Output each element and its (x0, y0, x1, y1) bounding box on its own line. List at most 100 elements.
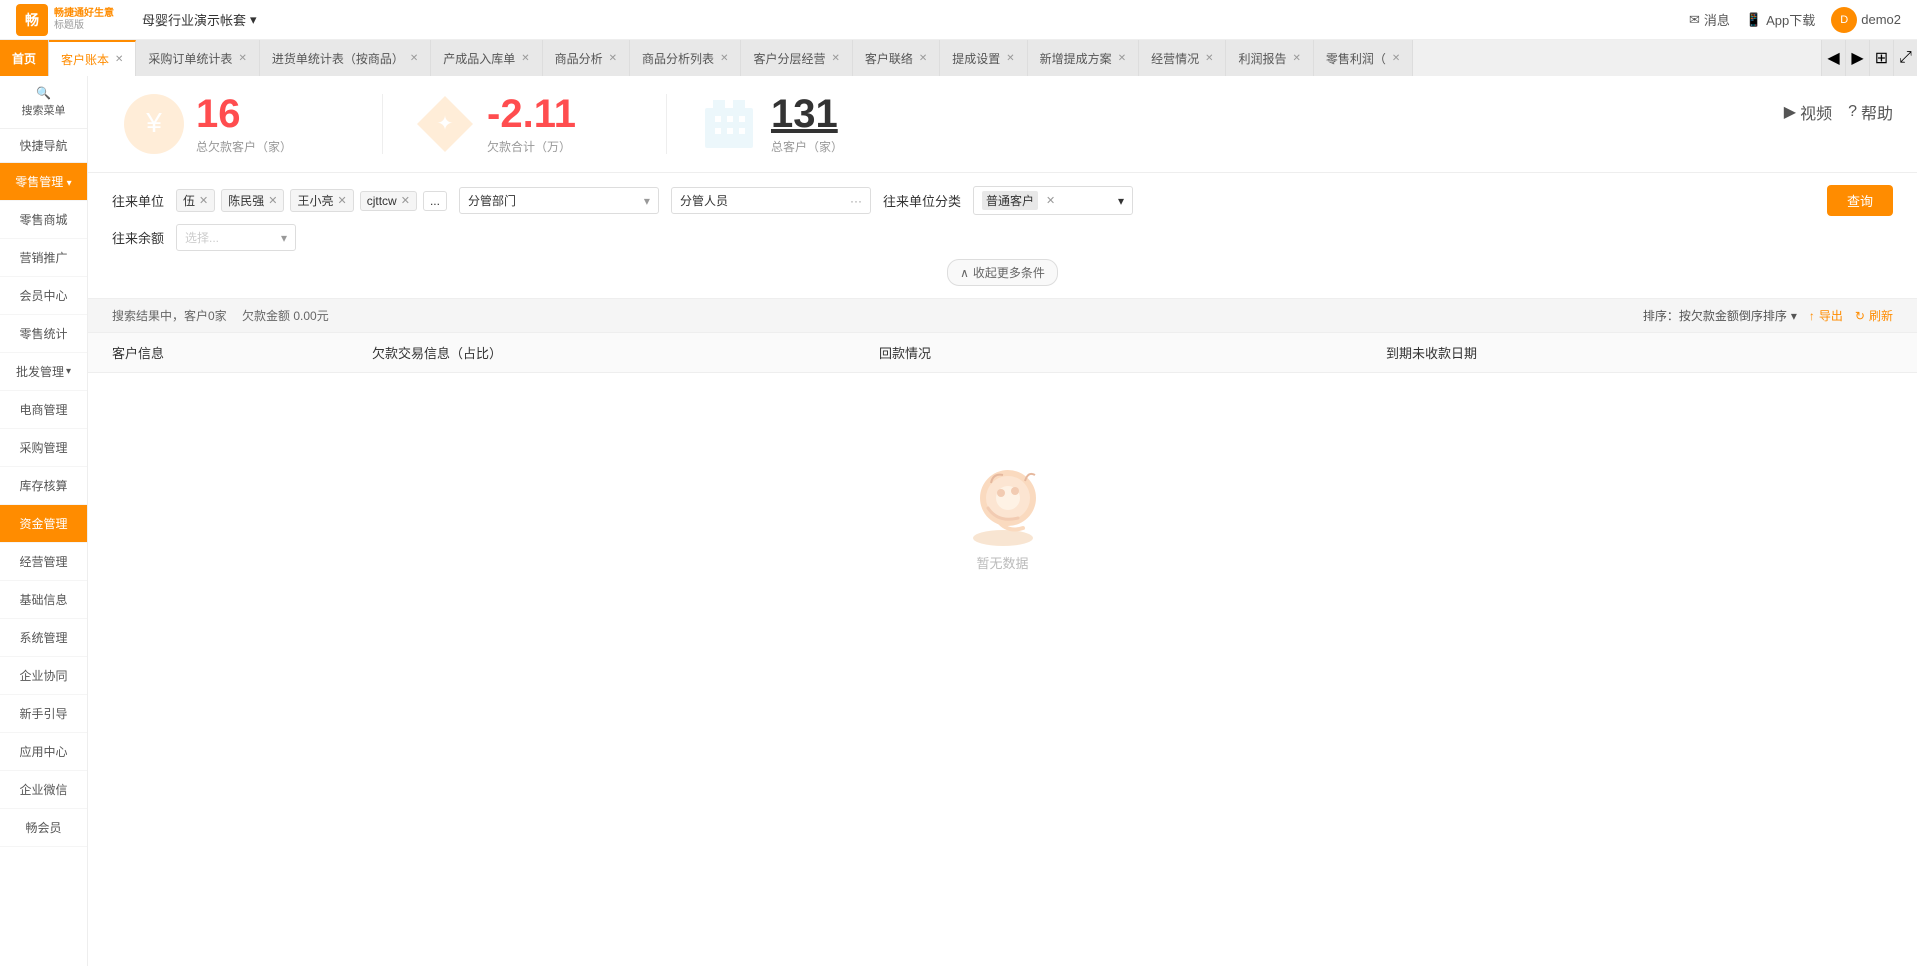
tab-close-icon[interactable]: ✕ (609, 53, 617, 64)
sort-button[interactable]: 排序：按欠款金额倒序排序 ▾ (1643, 307, 1797, 324)
tab-operation-status[interactable]: 经营情况 ✕ (1139, 40, 1226, 76)
sidebar-item-marketing[interactable]: 营销推广 (0, 239, 87, 277)
logo-icon: 畅 (16, 4, 48, 36)
sidebar-item-enterprise-wechat[interactable]: 企业微信 (0, 771, 87, 809)
sidebar-ecommerce-management-label: 电商管理 (19, 403, 67, 417)
tag-close-icon[interactable]: ✕ (199, 194, 208, 207)
export-button[interactable]: ↑ 导出 (1809, 307, 1843, 324)
tab-operation-status-label: 经营情况 (1151, 50, 1199, 67)
tab-close-icon[interactable]: ✕ (410, 53, 418, 64)
filter-tag-wu[interactable]: 伍 ✕ (176, 189, 215, 212)
tab-next-button[interactable]: ▶ (1845, 40, 1869, 76)
tab-close-icon[interactable]: ✕ (115, 54, 123, 65)
remainder-select[interactable]: 选择... ▾ (176, 224, 296, 251)
sidebar-item-retail-management[interactable]: 零售管理 ▾ (0, 163, 87, 201)
tab-product-entry[interactable]: 产成品入库单 ✕ (431, 40, 542, 76)
tab-retail-profit[interactable]: 零售利润（ ✕ (1314, 40, 1413, 76)
tab-customer-accounts[interactable]: 客户账本 ✕ (49, 40, 136, 76)
table-header-customer-info: 客户信息 (112, 343, 372, 362)
sidebar-quick-nav[interactable]: 快捷导航 (0, 129, 87, 163)
tab-fullscreen-button[interactable]: ⤢ (1893, 40, 1917, 76)
money-icon: ¥ (122, 92, 186, 156)
tab-goods-analysis-label: 商品分析 (555, 50, 603, 67)
top-bar: 畅 畅捷通好生意 标题版 母婴行业演示帐套 ▾ ✉ 消息 📱 App下载 D d… (0, 0, 1917, 40)
filter-tag-wang[interactable]: 王小亮 ✕ (290, 189, 353, 212)
tab-customer-contact[interactable]: 客户联络 ✕ (853, 40, 940, 76)
category-select[interactable]: 普通客户 ✕ ▾ (973, 186, 1133, 215)
tab-close-icon[interactable]: ✕ (720, 53, 728, 64)
dept-select[interactable]: 分管部门 ▾ (459, 187, 659, 214)
tab-close-icon[interactable]: ✕ (521, 53, 529, 64)
tab-close-icon[interactable]: ✕ (1006, 53, 1014, 64)
tab-close-icon[interactable]: ✕ (831, 53, 839, 64)
sidebar-item-enterprise-cooperation[interactable]: 企业协同 (0, 657, 87, 695)
refresh-icon: ↻ (1855, 309, 1865, 323)
tag-close-icon[interactable]: ✕ (268, 194, 277, 207)
sidebar-item-app-center[interactable]: 应用中心 (0, 733, 87, 771)
table-header: 客户信息 欠款交易信息（占比） 回款情况 到期未收款日期 (88, 333, 1917, 373)
username: demo2 (1861, 12, 1901, 27)
sidebar-inventory-check-label: 库存核算 (19, 479, 67, 493)
svg-text:✦: ✦ (437, 113, 454, 135)
filter-tag-cjttcw[interactable]: cjttcw ✕ (360, 191, 417, 211)
tab-new-promotion-plan[interactable]: 新增提成方案 ✕ (1028, 40, 1139, 76)
user-profile[interactable]: D demo2 (1831, 7, 1901, 33)
tab-close-icon[interactable]: ✕ (1118, 53, 1126, 64)
sidebar-item-purchase-management[interactable]: 采购管理 (0, 429, 87, 467)
tab-expand-button[interactable]: ⊞ (1869, 40, 1893, 76)
person-select[interactable]: 分管人员 ··· (671, 187, 871, 214)
workspace-selector[interactable]: 母婴行业演示帐套 ▾ (142, 10, 257, 29)
tab-new-promotion-plan-label: 新增提成方案 (1040, 50, 1112, 67)
sidebar-item-operation-management[interactable]: 经营管理 (0, 543, 87, 581)
tab-goods-analysis[interactable]: 商品分析 ✕ (543, 40, 630, 76)
sidebar-item-new-user-guide[interactable]: 新手引导 (0, 695, 87, 733)
tab-close-icon[interactable]: ✕ (1392, 53, 1400, 64)
top-bar-right: ✉ 消息 📱 App下载 D demo2 (1689, 7, 1901, 33)
app-download-button[interactable]: 📱 App下载 (1746, 10, 1815, 29)
sidebar-new-user-guide-label: 新手引导 (19, 707, 67, 721)
category-tag-close[interactable]: ✕ (1046, 194, 1055, 207)
tab-prev-button[interactable]: ◀ (1821, 40, 1845, 76)
sidebar-basic-info-label: 基础信息 (19, 593, 67, 607)
tab-customer-segmentation[interactable]: 客户分层经营 ✕ (741, 40, 852, 76)
tab-inventory-stats[interactable]: 进货单统计表（按商品） ✕ (260, 40, 431, 76)
tab-close-icon[interactable]: ✕ (1293, 53, 1301, 64)
sidebar-item-member-center[interactable]: 会员中心 (0, 277, 87, 315)
sidebar-item-member[interactable]: 畅会员 (0, 809, 87, 847)
sidebar-item-capital-management[interactable]: 资金管理 (0, 505, 87, 543)
tab-close-icon[interactable]: ✕ (919, 53, 927, 64)
video-button[interactable]: ▶ 视频 (1784, 100, 1832, 124)
filter-tag-more[interactable]: ... (423, 191, 447, 211)
tag-close-icon[interactable]: ✕ (338, 194, 347, 207)
filter-tag-more-label: ... (430, 194, 440, 208)
sidebar-item-system-management[interactable]: 系统管理 (0, 619, 87, 657)
sidebar-item-retail-mall[interactable]: 零售商城 (0, 201, 87, 239)
sidebar-search[interactable]: 🔍 搜索菜单 (0, 76, 87, 129)
tab-purchase-order-stats[interactable]: 采购订单统计表 ✕ (136, 40, 259, 76)
tab-close-icon[interactable]: ✕ (238, 53, 246, 64)
stat-block-1: ¥ 16 总欠款客户（家） (112, 92, 352, 156)
refresh-button[interactable]: ↻ 刷新 (1855, 307, 1893, 324)
sidebar-item-basic-info[interactable]: 基础信息 (0, 581, 87, 619)
filter-tag-chen[interactable]: 陈民强 ✕ (221, 189, 284, 212)
table-header-debt-info: 欠款交易信息（占比） (372, 343, 879, 362)
tab-home[interactable]: 首页 (0, 40, 49, 76)
sidebar-item-wholesale-management[interactable]: 批发管理 ▾ (0, 353, 87, 391)
tab-profit-report[interactable]: 利润报告 ✕ (1226, 40, 1313, 76)
query-button[interactable]: 查询 (1827, 185, 1893, 216)
sidebar-item-ecommerce-management[interactable]: 电商管理 (0, 391, 87, 429)
tab-promotion-settings-label: 提成设置 (952, 50, 1000, 67)
search-icon: 🔍 (36, 86, 51, 100)
sidebar-item-retail-stats[interactable]: 零售统计 (0, 315, 87, 353)
tab-close-icon[interactable]: ✕ (1205, 53, 1213, 64)
tag-close-icon[interactable]: ✕ (401, 194, 410, 207)
tab-goods-analysis-list[interactable]: 商品分析列表 ✕ (630, 40, 741, 76)
help-button[interactable]: ? 帮助 (1848, 100, 1893, 124)
remainder-select-arrow-icon: ▾ (281, 231, 287, 245)
message-button[interactable]: ✉ 消息 (1689, 10, 1730, 29)
collapse-button[interactable]: ∧ 收起更多条件 (947, 259, 1058, 286)
tab-promotion-settings[interactable]: 提成设置 ✕ (940, 40, 1027, 76)
sidebar-item-inventory-check[interactable]: 库存核算 (0, 467, 87, 505)
person-select-label: 分管人员 (680, 192, 728, 209)
logo-area: 畅 畅捷通好生意 标题版 (16, 4, 114, 36)
